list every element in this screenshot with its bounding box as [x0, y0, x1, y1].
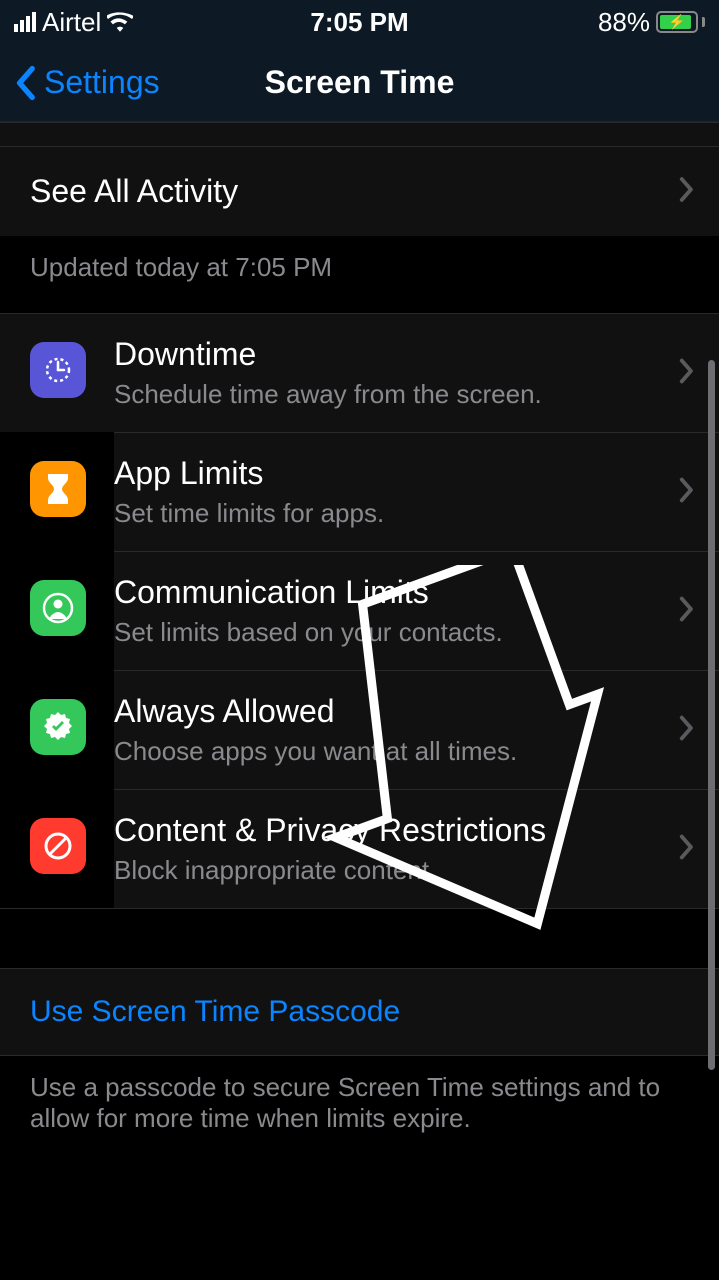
scrollbar-indicator [708, 360, 715, 1070]
app-limits-subtitle: Set time limits for apps. [114, 498, 699, 529]
use-passcode-button[interactable]: Use Screen Time Passcode [0, 968, 719, 1055]
wifi-icon [107, 12, 133, 32]
person-circle-icon [30, 580, 86, 636]
downtime-row[interactable]: Downtime Schedule time away from the scr… [0, 314, 719, 432]
back-label: Settings [44, 64, 160, 101]
communication-limits-row[interactable]: Communication Limits Set limits based on… [114, 551, 719, 670]
back-button[interactable]: Settings [14, 64, 160, 101]
chevron-left-icon [14, 65, 36, 101]
content-privacy-row[interactable]: Content & Privacy Restrictions Block ina… [114, 789, 719, 908]
always-allowed-subtitle: Choose apps you want at all times. [114, 736, 699, 767]
checkmark-seal-icon [30, 699, 86, 755]
use-passcode-label: Use Screen Time Passcode [30, 995, 400, 1028]
status-right: 88% ⚡ [598, 7, 705, 38]
communication-limits-title: Communication Limits [114, 574, 699, 611]
chevron-right-icon [679, 834, 695, 865]
status-time: 7:05 PM [310, 7, 408, 38]
content-privacy-title: Content & Privacy Restrictions [114, 812, 699, 849]
downtime-title: Downtime [114, 336, 699, 373]
hourglass-icon [30, 461, 86, 517]
see-all-activity-row[interactable]: See All Activity [0, 146, 719, 236]
carrier-label: Airtel [42, 7, 101, 38]
status-left: Airtel [14, 7, 133, 38]
downtime-subtitle: Schedule time away from the screen. [114, 379, 699, 410]
status-bar: Airtel 7:05 PM 88% ⚡ [0, 0, 719, 44]
app-limits-row[interactable]: App Limits Set time limits for apps. [114, 432, 719, 551]
passcode-footer: Use a passcode to secure Screen Time set… [0, 1055, 719, 1164]
updated-footer: Updated today at 7:05 PM [0, 236, 719, 313]
nav-bar: Settings Screen Time [0, 44, 719, 122]
section-spacer [0, 908, 719, 968]
battery-percent: 88% [598, 7, 650, 38]
chevron-right-icon [679, 358, 695, 389]
battery-icon: ⚡ [656, 11, 705, 33]
always-allowed-title: Always Allowed [114, 693, 699, 730]
see-all-activity-label: See All Activity [30, 173, 238, 210]
cellular-signal-icon [14, 12, 36, 32]
no-sign-icon [30, 818, 86, 874]
downtime-icon [30, 342, 86, 398]
content-privacy-subtitle: Block inappropriate content. [114, 855, 699, 886]
chevron-right-icon [679, 176, 695, 207]
page-title: Screen Time [265, 64, 455, 101]
always-allowed-row[interactable]: Always Allowed Choose apps you want at a… [114, 670, 719, 789]
chevron-right-icon [679, 477, 695, 508]
app-limits-title: App Limits [114, 455, 699, 492]
communication-limits-subtitle: Set limits based on your contacts. [114, 617, 699, 648]
chevron-right-icon [679, 596, 695, 627]
chevron-right-icon [679, 715, 695, 746]
